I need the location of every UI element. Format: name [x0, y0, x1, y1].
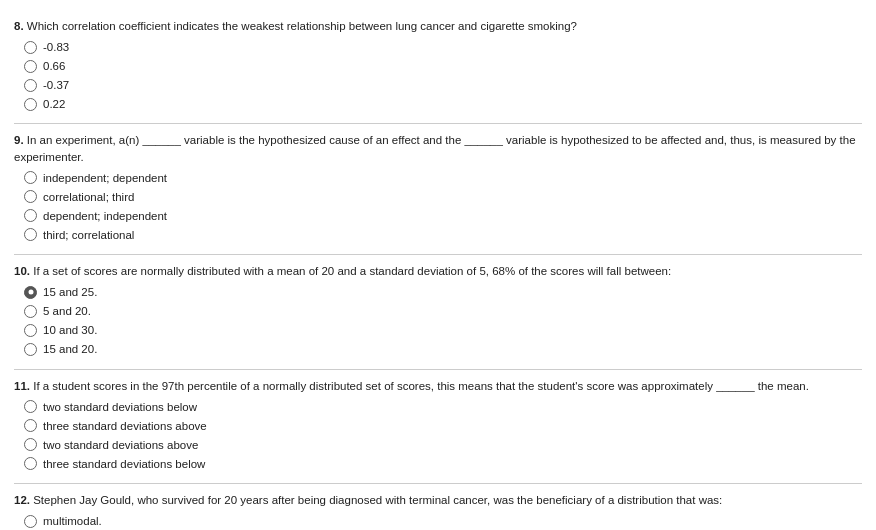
question-block-q8: 8. Which correlation coefficient indicat…: [14, 10, 862, 124]
option-item-q10c[interactable]: 10 and 30.: [24, 322, 862, 338]
option-item-q10b[interactable]: 5 and 20.: [24, 303, 862, 319]
page-container: 8. Which correlation coefficient indicat…: [0, 0, 876, 530]
option-label-q11d: three standard deviations below: [43, 456, 205, 472]
option-item-q9b[interactable]: correlational; third: [24, 189, 862, 205]
radio-q11d[interactable]: [24, 457, 37, 470]
radio-q10c[interactable]: [24, 324, 37, 337]
option-item-q9c[interactable]: dependent; independent: [24, 208, 862, 224]
radio-q11a[interactable]: [24, 400, 37, 413]
options-list-q10: 15 and 25. 5 and 20. 10 and 30. 15 and 20.: [14, 284, 862, 357]
option-item-q11a[interactable]: two standard deviations below: [24, 399, 862, 415]
radio-q10a[interactable]: [24, 286, 37, 299]
option-label-q9b: correlational; third: [43, 189, 134, 205]
radio-q10b[interactable]: [24, 305, 37, 318]
option-item-q8d[interactable]: 0.22: [24, 96, 862, 112]
radio-q8d[interactable]: [24, 98, 37, 111]
option-label-q12a: multimodal.: [43, 513, 102, 529]
radio-q10d[interactable]: [24, 343, 37, 356]
question-text-q11: 11. If a student scores in the 97th perc…: [14, 378, 862, 394]
question-number-q10: 10.: [14, 265, 30, 277]
option-label-q8c: -0.37: [43, 77, 69, 93]
option-item-q9a[interactable]: independent; dependent: [24, 170, 862, 186]
option-item-q8b[interactable]: 0.66: [24, 58, 862, 74]
question-number-q12: 12.: [14, 494, 30, 506]
options-list-q12: multimodal.left-skewed.right-skewed.norm…: [14, 513, 862, 530]
option-item-q11c[interactable]: two standard deviations above: [24, 437, 862, 453]
question-number-q9: 9.: [14, 134, 24, 146]
question-block-q12: 12. Stephen Jay Gould, who survived for …: [14, 484, 862, 530]
radio-q9b[interactable]: [24, 190, 37, 203]
question-number-q11: 11.: [14, 380, 30, 392]
option-label-q8b: 0.66: [43, 58, 65, 74]
option-label-q9d: third; correlational: [43, 227, 134, 243]
option-label-q10d: 15 and 20.: [43, 341, 97, 357]
option-label-q8a: -0.83: [43, 39, 69, 55]
option-label-q11c: two standard deviations above: [43, 437, 198, 453]
question-block-q10: 10. If a set of scores are normally dist…: [14, 255, 862, 369]
radio-q9d[interactable]: [24, 228, 37, 241]
radio-q9c[interactable]: [24, 209, 37, 222]
option-item-q8a[interactable]: -0.83: [24, 39, 862, 55]
option-label-q10a: 15 and 25.: [43, 284, 97, 300]
option-item-q9d[interactable]: third; correlational: [24, 227, 862, 243]
option-label-q9c: dependent; independent: [43, 208, 167, 224]
option-item-q10d[interactable]: 15 and 20.: [24, 341, 862, 357]
option-item-q10a[interactable]: 15 and 25.: [24, 284, 862, 300]
option-item-q8c[interactable]: -0.37: [24, 77, 862, 93]
question-text-q10: 10. If a set of scores are normally dist…: [14, 263, 862, 279]
radio-q11c[interactable]: [24, 438, 37, 451]
radio-q8a[interactable]: [24, 41, 37, 54]
options-list-q8: -0.83 0.66 -0.37 0.22: [14, 39, 862, 112]
radio-q8b[interactable]: [24, 60, 37, 73]
question-text-q9: 9. In an experiment, a(n) ______ variabl…: [14, 132, 862, 164]
option-item-q11b[interactable]: three standard deviations above: [24, 418, 862, 434]
radio-q11b[interactable]: [24, 419, 37, 432]
options-list-q11: two standard deviations below three stand…: [14, 399, 862, 472]
options-list-q9: independent; dependent correlational; thi…: [14, 170, 862, 243]
question-block-q11: 11. If a student scores in the 97th perc…: [14, 370, 862, 484]
radio-q8c[interactable]: [24, 79, 37, 92]
option-label-q11b: three standard deviations above: [43, 418, 207, 434]
question-text-q12: 12. Stephen Jay Gould, who survived for …: [14, 492, 862, 508]
option-label-q10b: 5 and 20.: [43, 303, 91, 319]
radio-q9a[interactable]: [24, 171, 37, 184]
question-block-q9: 9. In an experiment, a(n) ______ variabl…: [14, 124, 862, 255]
option-item-q12a[interactable]: multimodal.: [24, 513, 862, 529]
option-label-q11a: two standard deviations below: [43, 399, 197, 415]
option-label-q9a: independent; dependent: [43, 170, 167, 186]
radio-q12a[interactable]: [24, 515, 37, 528]
option-label-q10c: 10 and 30.: [43, 322, 97, 338]
question-text-q8: 8. Which correlation coefficient indicat…: [14, 18, 862, 34]
option-label-q8d: 0.22: [43, 96, 65, 112]
question-number-q8: 8.: [14, 20, 24, 32]
option-item-q11d[interactable]: three standard deviations below: [24, 456, 862, 472]
